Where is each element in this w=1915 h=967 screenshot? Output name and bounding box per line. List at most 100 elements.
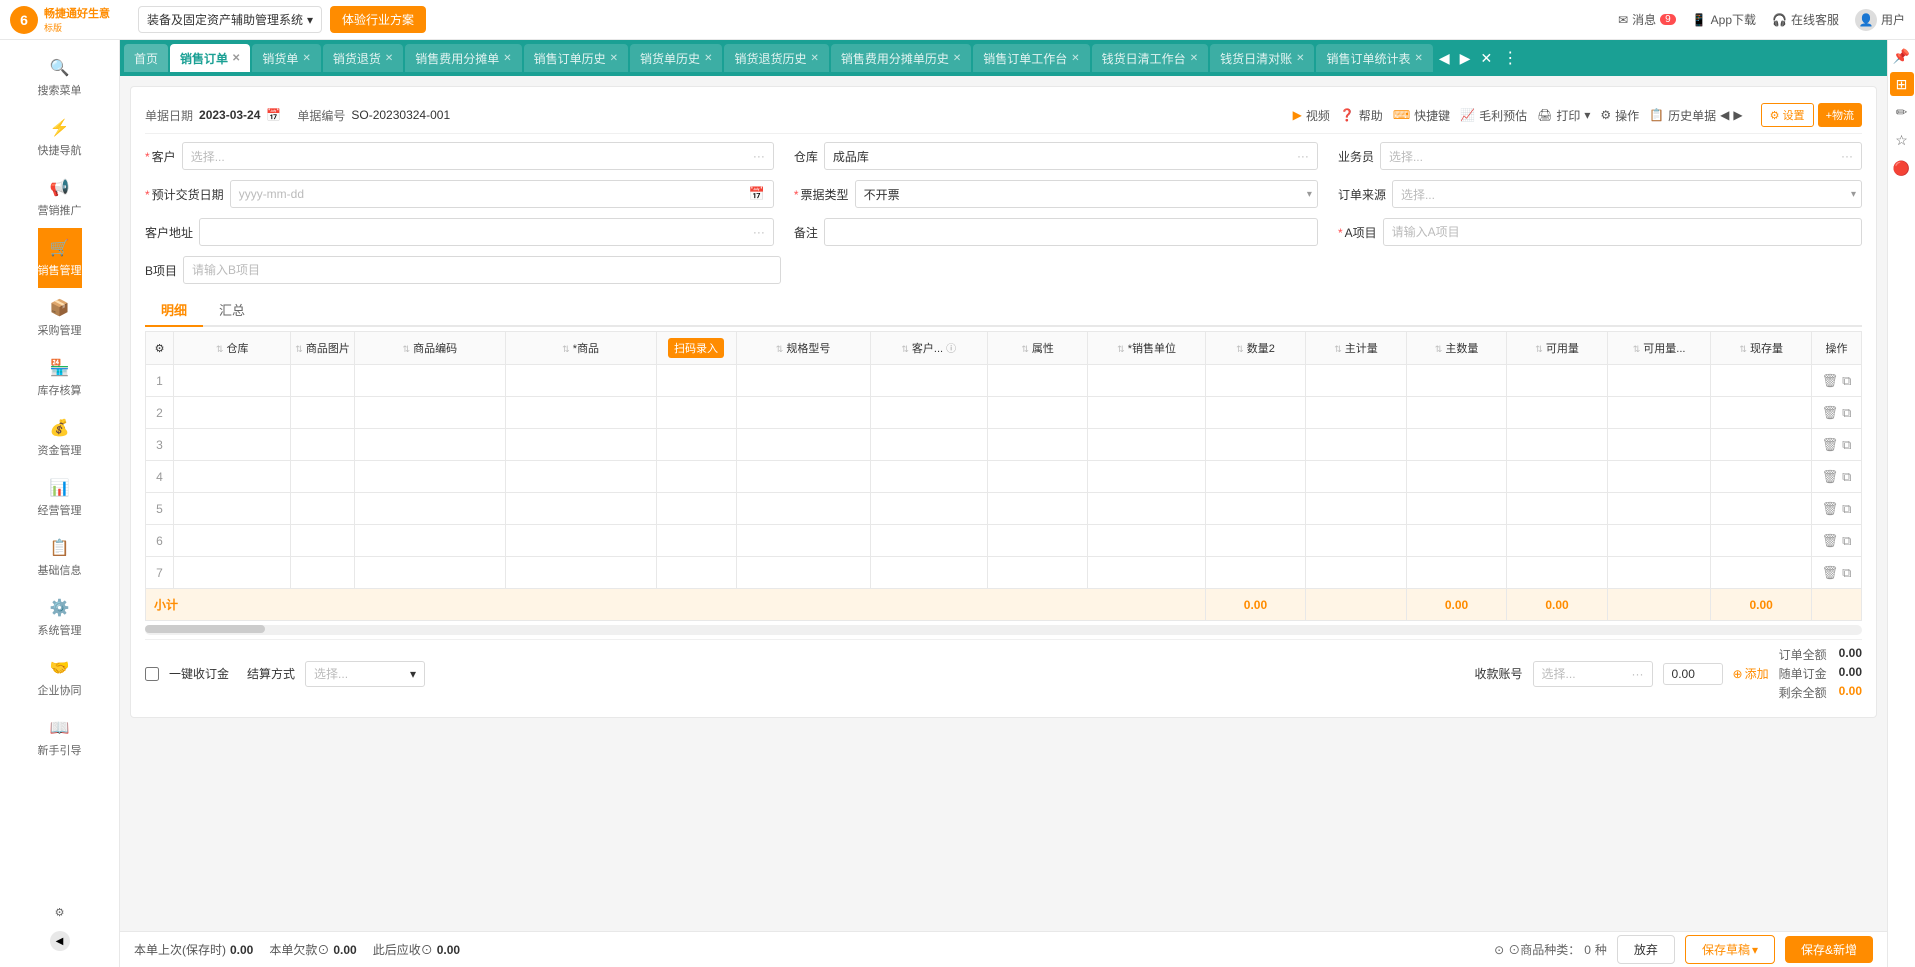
col-avail-header[interactable]: ⇅ 可用量: [1507, 332, 1608, 365]
sidebar-item-marketing[interactable]: 📢营销推广: [38, 168, 82, 228]
message-btn[interactable]: ✉ 消息 9: [1618, 11, 1676, 28]
table-cell[interactable]: [505, 365, 656, 397]
row-copy-icon[interactable]: ⧉: [1840, 469, 1853, 484]
view-video-btn[interactable]: ▶ 视频: [1293, 107, 1330, 124]
order-source-select[interactable]: 选择... ▾: [1392, 180, 1862, 208]
table-cell[interactable]: [1205, 397, 1306, 429]
sidebar-item-quick-nav[interactable]: ⚡快捷导航: [38, 108, 82, 168]
table-cell[interactable]: [291, 365, 355, 397]
row-delete-icon[interactable]: 🗑: [1820, 373, 1841, 388]
sidebar-item-sales[interactable]: 🛒销售管理: [38, 228, 82, 288]
sidebar-item-guide[interactable]: 📖新手引导: [38, 708, 82, 768]
history-nav-prev[interactable]: ◀: [1720, 108, 1729, 122]
table-cell[interactable]: [1306, 461, 1407, 493]
table-cell[interactable]: [1507, 461, 1608, 493]
table-cell[interactable]: [1406, 525, 1507, 557]
sidebar-item-search[interactable]: 🔍搜索菜单: [38, 48, 82, 108]
col-gear-header[interactable]: ⚙: [146, 332, 174, 365]
table-cell[interactable]: [291, 525, 355, 557]
user-menu-btn[interactable]: 👤 用户: [1855, 9, 1905, 31]
table-cell[interactable]: [174, 493, 291, 525]
print-btn[interactable]: 🖨 打印 ▾: [1537, 107, 1590, 124]
tab-close-sales-expense-split[interactable]: ✕: [503, 53, 511, 64]
tab-daily-reconcile[interactable]: 钱货日清对账✕: [1210, 44, 1314, 72]
table-cell[interactable]: [736, 493, 870, 525]
table-cell[interactable]: [354, 429, 505, 461]
table-cell[interactable]: [1088, 525, 1205, 557]
sidebar-collapse-btn[interactable]: ◀: [50, 931, 70, 951]
table-cell[interactable]: [1711, 493, 1812, 525]
help-btn[interactable]: ❓ 帮助: [1340, 107, 1383, 124]
save-new-btn[interactable]: 保存&新增: [1785, 936, 1873, 963]
table-cell[interactable]: [1306, 365, 1407, 397]
goods-count-info[interactable]: ⊙ ⊙商品种类： 0 种: [1494, 941, 1607, 958]
col-spec-header[interactable]: ⇅ 规格型号: [736, 332, 870, 365]
col-attr-header[interactable]: ⇅ 属性: [987, 332, 1088, 365]
table-cell[interactable]: [1088, 493, 1205, 525]
table-cell[interactable]: [1607, 557, 1711, 589]
table-cell[interactable]: [1088, 461, 1205, 493]
tab-nav-left[interactable]: ◀: [1435, 50, 1454, 67]
customer-input[interactable]: 选择... ···: [182, 142, 774, 170]
table-cell[interactable]: [1507, 429, 1608, 461]
tab-nav-close[interactable]: ✕: [1476, 50, 1496, 67]
table-cell[interactable]: [1406, 365, 1507, 397]
table-cell[interactable]: [987, 493, 1088, 525]
col-stock-header[interactable]: ⇅ 现存量: [1711, 332, 1812, 365]
table-cell[interactable]: [1507, 365, 1608, 397]
table-cell[interactable]: [1507, 493, 1608, 525]
warehouse-input[interactable]: 成品库 ···: [824, 142, 1318, 170]
table-cell[interactable]: [505, 397, 656, 429]
table-cell[interactable]: [736, 557, 870, 589]
tab-close-sales-order-history[interactable]: ✕: [610, 53, 618, 64]
table-cell[interactable]: [1205, 525, 1306, 557]
table-cell[interactable]: [870, 461, 987, 493]
app-download-btn[interactable]: 📱 App下载: [1692, 11, 1756, 28]
settlement-select[interactable]: 选择... ▾: [305, 661, 1457, 687]
row-copy-icon[interactable]: ⧉: [1840, 533, 1853, 548]
tab-sales-return[interactable]: 销货单✕: [252, 44, 320, 72]
table-cell[interactable]: [505, 493, 656, 525]
table-cell[interactable]: [1088, 429, 1205, 461]
table-cell[interactable]: [1607, 525, 1711, 557]
table-cell[interactable]: [1711, 461, 1812, 493]
history-nav-next[interactable]: ▶: [1733, 108, 1742, 122]
table-cell[interactable]: [174, 365, 291, 397]
tab-nav-right[interactable]: ▶: [1456, 50, 1475, 67]
table-cell[interactable]: [291, 397, 355, 429]
table-cell[interactable]: [291, 557, 355, 589]
sidebar-item-enterprise[interactable]: 🤝企业协同: [38, 648, 82, 708]
table-cell[interactable]: [354, 397, 505, 429]
table-cell[interactable]: [1607, 461, 1711, 493]
table-cell[interactable]: [1306, 429, 1407, 461]
customer-address-input[interactable]: ···: [199, 218, 774, 246]
tab-close-sales-order[interactable]: ✕: [232, 53, 240, 64]
table-cell[interactable]: [174, 397, 291, 429]
tab-close-expense-split-history[interactable]: ✕: [953, 53, 961, 64]
table-cell[interactable]: [1507, 397, 1608, 429]
col-avail2-header[interactable]: ⇅ 可用量...: [1607, 332, 1711, 365]
table-cell[interactable]: [1406, 493, 1507, 525]
table-cell[interactable]: [987, 397, 1088, 429]
tab-sales-order[interactable]: 销售订单✕: [170, 44, 250, 72]
row-copy-icon[interactable]: ⧉: [1840, 373, 1853, 388]
table-cell[interactable]: [174, 461, 291, 493]
table-cell[interactable]: [505, 461, 656, 493]
remarks-input[interactable]: [824, 218, 1318, 246]
rp-edit-icon[interactable]: ✏: [1890, 100, 1914, 124]
table-cell[interactable]: [656, 429, 736, 461]
table-cell[interactable]: [1607, 429, 1711, 461]
tab-close-return-goods[interactable]: ✕: [385, 53, 393, 64]
tab-close-daily-clear-workbench[interactable]: ✕: [1190, 53, 1198, 64]
sidebar-item-basic[interactable]: 📋基础信息: [38, 528, 82, 588]
table-cell[interactable]: [1205, 461, 1306, 493]
table-cell[interactable]: [870, 525, 987, 557]
shortcut-btn[interactable]: ⌨ 快捷键: [1393, 107, 1450, 124]
tab-expense-split-history[interactable]: 销售费用分摊单历史✕: [831, 44, 971, 72]
table-cell[interactable]: [1088, 365, 1205, 397]
table-cell[interactable]: [1088, 557, 1205, 589]
tab-sales-order-history[interactable]: 销售订单历史✕: [524, 44, 628, 72]
sidebar-item-system[interactable]: ⚙️系统管理: [38, 588, 82, 648]
sidebar-item-settings[interactable]: ⚙: [0, 898, 119, 927]
row-delete-icon[interactable]: 🗑: [1820, 501, 1841, 516]
